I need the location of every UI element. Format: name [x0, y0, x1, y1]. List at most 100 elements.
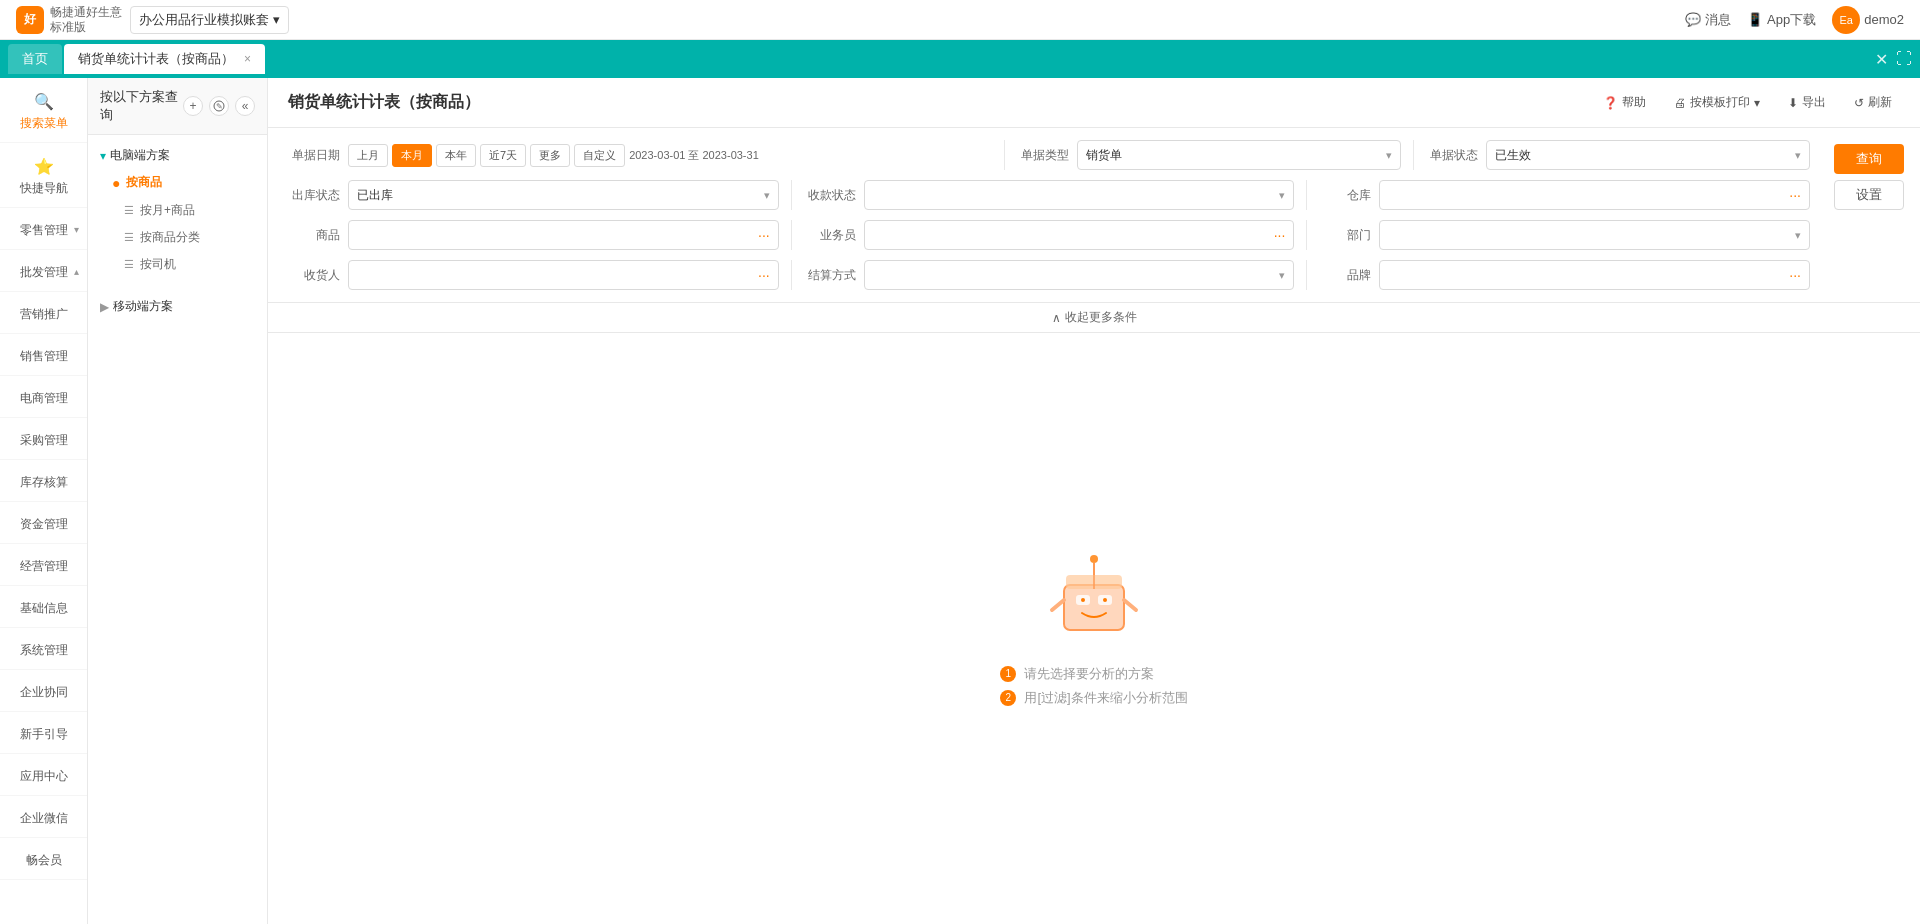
divider5: [791, 220, 792, 250]
stock-select[interactable]: 已出库 ▾: [348, 180, 779, 210]
chevron-right-icon: ▾: [74, 223, 79, 234]
avatar: Ea: [1832, 6, 1860, 34]
logo-icon: 好: [16, 6, 44, 34]
sidebar-item-marketing[interactable]: 营销推广: [0, 292, 87, 334]
query-action-area: 查询 设置: [1834, 144, 1904, 210]
chevron-right-icon: ▶: [100, 300, 109, 314]
goods-select[interactable]: [348, 220, 779, 250]
sidebar-item-wechat[interactable]: 企业微信: [0, 796, 87, 838]
status-label: 单据状态: [1426, 147, 1478, 164]
query-btn[interactable]: 查询: [1834, 144, 1904, 174]
dept-chevron-icon: ▾: [1795, 229, 1801, 242]
sidebar-item-inventory[interactable]: 库存核算: [0, 460, 87, 502]
sidebar-item-wholesale[interactable]: 批发管理 ▴: [0, 250, 87, 292]
message-icon: 💬: [1685, 12, 1701, 27]
filter-collapse-btn[interactable]: «: [235, 96, 255, 116]
main-panel: 销货单统计计表（按商品） ❓ 帮助 🖨 按模板打印 ▾ ⬇: [268, 78, 1920, 924]
warehouse-select[interactable]: [1379, 180, 1810, 210]
filter-edit-btn[interactable]: ✎: [209, 96, 229, 116]
sidebar-item-sales[interactable]: 销售管理: [0, 334, 87, 376]
filter-item-by-month-goods[interactable]: ☰ 按月+商品: [88, 197, 267, 224]
user-area[interactable]: Ea demo2: [1832, 6, 1904, 34]
filter-item-by-driver[interactable]: ☰ 按司机: [88, 251, 267, 278]
date-btn-more[interactable]: 更多: [530, 144, 570, 167]
list3-icon: ☰: [124, 258, 134, 271]
list-icon: ☰: [124, 204, 134, 217]
sidebar-item-appcenter[interactable]: 应用中心: [0, 754, 87, 796]
app-download-btn[interactable]: 📱 App下载: [1747, 11, 1816, 29]
filter-field-brand: 品牌: [1319, 260, 1810, 290]
payment-select[interactable]: ▾: [864, 260, 1295, 290]
filter-add-btn[interactable]: +: [183, 96, 203, 116]
tab-home[interactable]: 首页: [8, 44, 62, 74]
star-icon: ⭐: [4, 157, 83, 176]
empty-tip-1: 1 请先选择要分析的方案: [1000, 665, 1187, 683]
help-btn[interactable]: ❓ 帮助: [1595, 90, 1654, 115]
window-close-btn[interactable]: ✕: [1875, 50, 1888, 69]
export-btn[interactable]: ⬇ 导出: [1780, 90, 1834, 115]
sidebar-item-purchase[interactable]: 采购管理: [0, 418, 87, 460]
receive-label: 收款状态: [804, 187, 856, 204]
app-selector[interactable]: 办公用品行业模拟账套 ▾: [130, 6, 289, 34]
date-btn-custom[interactable]: 自定义: [574, 144, 625, 167]
dept-select[interactable]: ▾: [1379, 220, 1810, 250]
page-header-top: 销货单统计计表（按商品） ❓ 帮助 🖨 按模板打印 ▾ ⬇: [288, 90, 1900, 115]
collapse-bar[interactable]: ∧ 收起更多条件: [268, 303, 1920, 333]
filter-item-by-category[interactable]: ☰ 按商品分类: [88, 224, 267, 251]
filter-field-warehouse: 仓库: [1319, 180, 1810, 210]
main-layout: 🔍 搜索菜单 ⭐ 快捷导航 零售管理 ▾ 批发管理 ▴ 营销推广 销售管理 电商…: [0, 78, 1920, 924]
sidebar-item-quicknav[interactable]: ⭐ 快捷导航: [0, 143, 87, 208]
filter-field-staff: 业务员: [804, 220, 1295, 250]
tab-close-icon[interactable]: ×: [244, 52, 251, 66]
sidebar-nav: 🔍 搜索菜单 ⭐ 快捷导航 零售管理 ▾ 批发管理 ▴ 营销推广 销售管理 电商…: [0, 78, 88, 924]
message-btn[interactable]: 💬 消息: [1685, 11, 1731, 29]
print-btn[interactable]: 🖨 按模板打印 ▾: [1666, 90, 1768, 115]
refresh-icon: ↺: [1854, 96, 1864, 110]
staff-select[interactable]: [864, 220, 1295, 250]
status-select[interactable]: 已生效 ▾: [1486, 140, 1810, 170]
filter-section-pc: ▾ 电脑端方案 ● 按商品 ☰ 按月+商品 ☰ 按商品分类 ☰ 按司机: [88, 135, 267, 286]
content-area: 按以下方案查询 + ✎ « ▾ 电脑端方案 ● 按商品: [88, 78, 1920, 924]
tab-active[interactable]: 销货单统计计表（按商品） ×: [64, 44, 265, 74]
sidebar-item-member[interactable]: 畅会员: [0, 838, 87, 880]
filter-row-4: 收货人 结算方式 ▾: [288, 260, 1810, 290]
date-btn-this-month[interactable]: 本月: [392, 144, 432, 167]
sidebar-item-ecommerce[interactable]: 电商管理: [0, 376, 87, 418]
filter-row-1: 单据日期 上月 本月 本年 近7天 更多 自定义 2023-03-01 至 20…: [288, 140, 1810, 170]
receive-chevron-icon: ▾: [1279, 189, 1285, 202]
filter-section-pc-header[interactable]: ▾ 电脑端方案: [88, 143, 267, 168]
date-btn-last-month[interactable]: 上月: [348, 144, 388, 167]
payment-label: 结算方式: [804, 267, 856, 284]
brand-select[interactable]: [1379, 260, 1810, 290]
refresh-btn[interactable]: ↺ 刷新: [1846, 90, 1900, 115]
date-btn-7days[interactable]: 近7天: [480, 144, 526, 167]
settings-btn[interactable]: 设置: [1834, 180, 1904, 210]
svg-point-6: [1081, 598, 1085, 602]
status-chevron-icon: ▾: [1795, 149, 1801, 162]
sidebar-item-search[interactable]: 🔍 搜索菜单: [0, 78, 87, 143]
sidebar-item-system[interactable]: 系统管理: [0, 628, 87, 670]
date-btn-this-year[interactable]: 本年: [436, 144, 476, 167]
print-chevron-icon: ▾: [1754, 96, 1760, 110]
filter-rows: 单据日期 上月 本月 本年 近7天 更多 自定义 2023-03-01 至 20…: [268, 128, 1920, 303]
top-bar-right: 💬 消息 📱 App下载 Ea demo2: [1685, 6, 1904, 34]
tab-bar-right: ✕ ⛶: [1875, 50, 1912, 69]
empty-tips: 1 请先选择要分析的方案 2 用[过滤]条件来缩小分析范围: [1000, 665, 1187, 713]
divider7: [791, 260, 792, 290]
type-label: 单据类型: [1017, 147, 1069, 164]
sidebar-item-guide[interactable]: 新手引导: [0, 712, 87, 754]
sidebar-item-finance[interactable]: 资金管理: [0, 502, 87, 544]
sidebar-item-management[interactable]: 经营管理: [0, 544, 87, 586]
filter-section-mobile-header[interactable]: ▶ 移动端方案: [88, 294, 267, 319]
sidebar-item-basic[interactable]: 基础信息: [0, 586, 87, 628]
receive-select[interactable]: ▾: [864, 180, 1295, 210]
consignee-select[interactable]: [348, 260, 779, 290]
export-icon: ⬇: [1788, 96, 1798, 110]
empty-state: 1 请先选择要分析的方案 2 用[过滤]条件来缩小分析范围: [268, 333, 1920, 924]
window-maximize-btn[interactable]: ⛶: [1896, 50, 1912, 69]
type-select[interactable]: 销货单 ▾: [1077, 140, 1401, 170]
divider2: [1413, 140, 1414, 170]
sidebar-item-enterprise[interactable]: 企业协同: [0, 670, 87, 712]
filter-item-by-goods[interactable]: ● 按商品: [88, 168, 267, 197]
sidebar-item-retail[interactable]: 零售管理 ▾: [0, 208, 87, 250]
